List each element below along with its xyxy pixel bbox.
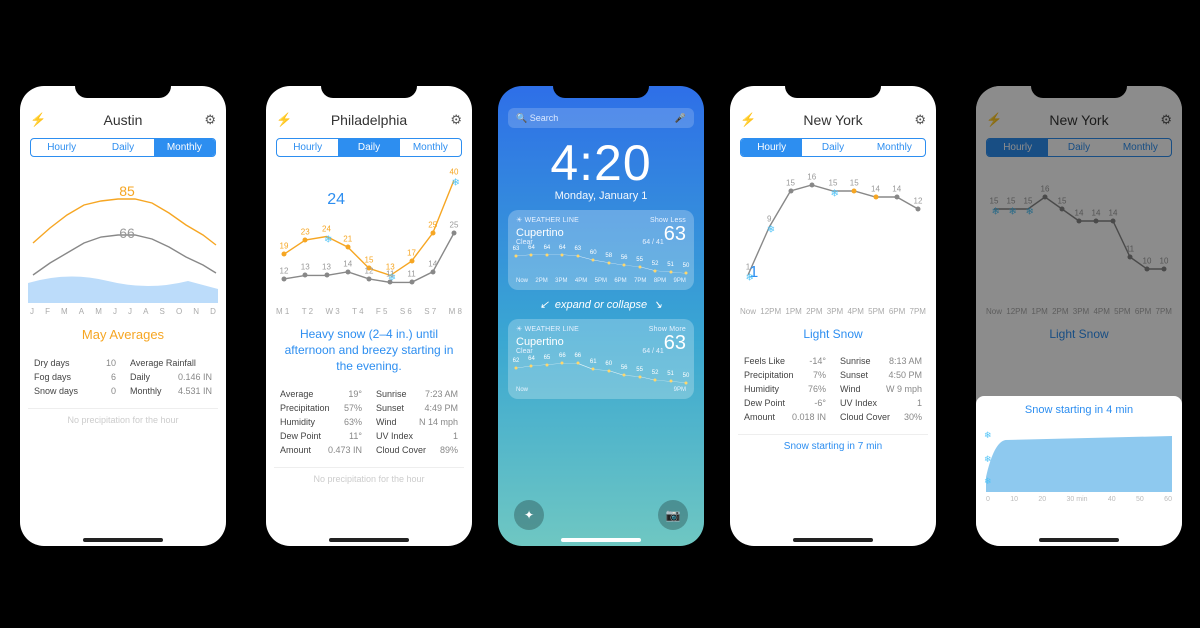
precipitation-chart: ❄ ❄ ❄	[986, 422, 1172, 492]
x-axis: M 1T 2W 3T 4F 5S 6S 7M 8	[276, 307, 462, 316]
notch	[75, 80, 171, 98]
home-indicator[interactable]	[561, 538, 641, 542]
city-title: New York	[803, 112, 862, 128]
phone-newyork: ⚡ New York ⚙ Hourly Daily Monthly 1 ❄1❄9…	[724, 80, 942, 552]
hi-label: 85	[119, 183, 135, 199]
footer-note: No precipitation for the hour	[28, 408, 218, 425]
snowflake-icon: ❄	[984, 454, 992, 465]
city-title: Philadelphia	[331, 112, 407, 128]
x-axis: Now12PM1PM2PM3PM4PM5PM6PM7PM	[740, 307, 926, 316]
segmented-control[interactable]: Hourly Daily Monthly	[740, 138, 926, 157]
footer-note: No precipitation for the hour	[274, 467, 464, 484]
city-title: New York	[1049, 112, 1108, 128]
flashlight-button[interactable]: ✦	[514, 500, 544, 530]
show-less-link[interactable]: Show Less	[650, 217, 686, 224]
bolt-icon[interactable]: ⚡	[276, 112, 292, 128]
tab-daily[interactable]: Daily	[1048, 139, 1109, 156]
phone-austin: ⚡ Austin ⚙ Hourly Daily Monthly 85 66 JF…	[14, 80, 232, 552]
gear-icon[interactable]: ⚙	[450, 112, 462, 128]
monthly-chart[interactable]: 85 66	[28, 163, 218, 303]
segmented-control[interactable]: Hourly Daily Monthly	[986, 138, 1172, 157]
tab-hourly[interactable]: Hourly	[741, 139, 802, 156]
mic-icon[interactable]: 🎤	[675, 113, 686, 124]
stats-grid: Average19°Precipitation57%Humidity63%Dew…	[280, 387, 458, 457]
headline: Heavy snow (2–4 in.) until afternoon and…	[266, 316, 472, 381]
tab-monthly[interactable]: Monthly	[154, 139, 215, 156]
hourly-chart[interactable]: 1 ❄1❄91516❄1515141412	[738, 163, 928, 303]
tab-hourly[interactable]: Hourly	[277, 139, 338, 156]
tab-daily[interactable]: Daily	[338, 139, 399, 156]
gear-icon[interactable]: ⚙	[914, 112, 926, 128]
show-more-link[interactable]: Show More	[649, 326, 686, 333]
widget-chart: 626465666661605655525150	[516, 361, 686, 385]
sheet-title: Snow starting in 4 min	[986, 404, 1172, 416]
annotation: expand or collapse	[498, 298, 704, 311]
stats-grid: Dry days10Fog days6Snow days0Average Rai…	[34, 356, 212, 398]
home-indicator[interactable]	[83, 538, 163, 542]
gear-icon[interactable]: ⚙	[204, 112, 216, 128]
weather-widget-expanded[interactable]: ☀︎ WEATHER LINEShow Less 63 Cupertino Cl…	[508, 210, 694, 290]
bolt-icon[interactable]: ⚡	[986, 112, 1002, 128]
gear-icon[interactable]: ⚙	[1160, 112, 1172, 128]
search-icon: 🔍	[516, 113, 527, 123]
phone-lockscreen: 🔍 Search 🎤 4:20 Monday, January 1 ☀︎ WEA…	[492, 80, 710, 552]
city-title: Austin	[104, 112, 143, 128]
weather-widget-collapsed[interactable]: ☀︎ WEATHER LINEShow More 63 Cupertino Cl…	[508, 319, 694, 399]
notch	[1031, 80, 1127, 98]
current-temp: 63	[664, 223, 686, 246]
tab-monthly[interactable]: Monthly	[400, 139, 461, 156]
tab-monthly[interactable]: Monthly	[864, 139, 925, 156]
today-temp: 24	[327, 191, 345, 209]
location: Cupertino	[516, 227, 686, 239]
bolt-icon[interactable]: ⚡	[740, 112, 756, 128]
tab-hourly[interactable]: Hourly	[987, 139, 1048, 156]
tab-daily[interactable]: Daily	[92, 139, 153, 156]
spotlight-search[interactable]: 🔍 Search 🎤	[508, 108, 694, 128]
notch	[321, 80, 417, 98]
home-indicator[interactable]	[1039, 538, 1119, 542]
headline: Light Snow	[976, 316, 1182, 348]
current-temp: 63	[664, 332, 686, 355]
snowflake-icon: ❄	[984, 476, 992, 487]
home-indicator[interactable]	[329, 538, 409, 542]
segmented-control[interactable]: Hourly Daily Monthly	[30, 138, 216, 157]
phone-newyork-sheet: ⚡ New York ⚙ Hourly Daily Monthly ❄15❄15…	[970, 80, 1188, 552]
precipitation-sheet[interactable]: Snow starting in 4 min ❄ ❄ ❄ 0102030 min…	[976, 396, 1182, 546]
clock-date: Monday, January 1	[498, 190, 704, 202]
snowflake-icon: ❄	[984, 430, 992, 441]
x-axis: Now12PM1PM2PM3PM4PM5PM6PM7PM	[986, 307, 1172, 316]
clock-time: 4:20	[498, 134, 704, 192]
x-axis: JFMAMJJASOND	[30, 307, 216, 316]
hourly-chart[interactable]: ❄15❄15❄151615141414111010	[984, 163, 1174, 303]
headline: May Averages	[20, 316, 226, 350]
headline: Light Snow	[730, 316, 936, 348]
daily-chart[interactable]: 24 1923❄242115❄131725❄401213131412111114…	[274, 163, 464, 303]
tab-monthly[interactable]: Monthly	[1110, 139, 1171, 156]
segmented-control[interactable]: Hourly Daily Monthly	[276, 138, 462, 157]
tab-daily[interactable]: Daily	[802, 139, 863, 156]
home-indicator[interactable]	[793, 538, 873, 542]
notch	[785, 80, 881, 98]
lo-label: 66	[119, 225, 135, 241]
stats-grid: Feels Like-14°Precipitation7%Humidity76%…	[744, 354, 922, 424]
location: Cupertino	[516, 336, 686, 348]
widget-chart: 636464646360585655525150	[516, 252, 686, 276]
footer-link[interactable]: Snow starting in 7 min	[738, 434, 928, 452]
tab-hourly[interactable]: Hourly	[31, 139, 92, 156]
notch	[553, 80, 649, 98]
bolt-icon[interactable]: ⚡	[30, 112, 46, 128]
phone-philadelphia: ⚡ Philadelphia ⚙ Hourly Daily Monthly 24…	[260, 80, 478, 552]
camera-button[interactable]: 📷	[658, 500, 688, 530]
